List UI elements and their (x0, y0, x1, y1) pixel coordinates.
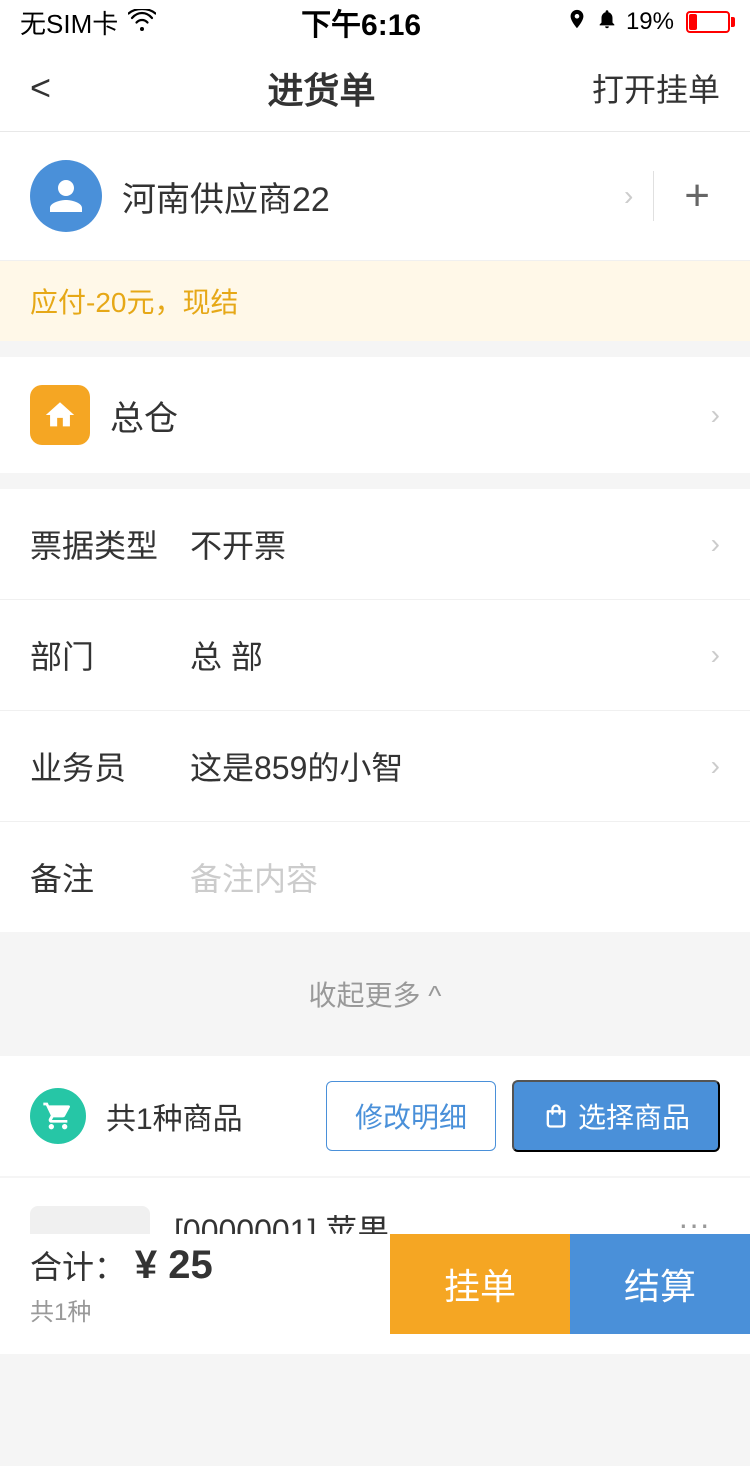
supplier-row[interactable]: 河南供应商22 › + (0, 132, 750, 261)
warehouse-section: 总仓 › (0, 357, 750, 473)
collapse-bar[interactable]: 收起更多 ^ (0, 948, 750, 1040)
carrier-text: 无SIM卡 (20, 4, 118, 41)
product-count-text: 共1种商品 (106, 1094, 326, 1138)
alarm-icon (596, 8, 618, 37)
settle-button[interactable]: 结算 (570, 1234, 750, 1334)
add-button[interactable]: + (674, 171, 720, 221)
sales-label: 业务员 (30, 743, 170, 789)
supplier-name: 河南供应商22 (122, 172, 624, 221)
page-title: 进货单 (268, 62, 376, 114)
invoice-chevron: › (711, 528, 720, 560)
notice-bar: 应付-20元，现结 (0, 261, 750, 341)
select-product-label: 选择商品 (578, 1096, 690, 1136)
supplier-divider (653, 171, 654, 221)
location-icon (566, 8, 588, 37)
remark-label: 备注 (30, 854, 170, 900)
sales-row[interactable]: 业务员 这是859的小智 › (0, 711, 750, 822)
status-right: 19% (566, 8, 730, 37)
product-header: 共1种商品 修改明细 选择商品 (0, 1056, 750, 1176)
warehouse-name: 总仓 (110, 391, 711, 440)
open-pend-button[interactable]: 打开挂单 (592, 65, 720, 111)
bottom-total: 合计： ¥ 25 共1种 (0, 1234, 390, 1334)
wifi-icon (128, 7, 156, 38)
product-count-icon (30, 1088, 86, 1144)
supplier-chevron: › (624, 180, 633, 212)
status-time: 下午6:16 (301, 0, 421, 44)
total-amount: ¥ 25 (135, 1243, 213, 1287)
supplier-avatar (30, 160, 102, 232)
dept-value: 总 部 (170, 632, 711, 678)
remark-input[interactable]: 备注内容 (170, 854, 720, 900)
back-button[interactable]: < (30, 67, 51, 109)
battery-percent: 19% (626, 8, 674, 36)
invoice-label: 票据类型 (30, 521, 170, 567)
form-section: 票据类型 不开票 › 部门 总 部 › 业务员 这是859的小智 › 备注 备注… (0, 489, 750, 932)
cart-icon (542, 1102, 570, 1130)
battery-icon (686, 11, 730, 33)
dept-row[interactable]: 部门 总 部 › (0, 600, 750, 711)
pend-button[interactable]: 挂单 (390, 1234, 570, 1334)
edit-detail-button[interactable]: 修改明细 (326, 1081, 496, 1151)
bottom-bar: 合计： ¥ 25 共1种 挂单 结算 (0, 1234, 750, 1334)
status-bar: 无SIM卡 下午6:16 19% (0, 0, 750, 44)
invoice-value: 不开票 (170, 521, 711, 567)
warehouse-icon (30, 385, 90, 445)
nav-bar: < 进货单 打开挂单 (0, 44, 750, 132)
supplier-section: 河南供应商22 › + 应付-20元，现结 (0, 132, 750, 341)
warehouse-row[interactable]: 总仓 › (0, 357, 750, 473)
total-label: 合计： (30, 1249, 126, 1285)
remark-row[interactable]: 备注 备注内容 (0, 822, 750, 932)
invoice-row[interactable]: 票据类型 不开票 › (0, 489, 750, 600)
warehouse-chevron: › (711, 399, 720, 431)
sales-chevron: › (711, 750, 720, 782)
dept-label: 部门 (30, 632, 170, 678)
status-left: 无SIM卡 (20, 4, 156, 41)
select-product-button[interactable]: 选择商品 (512, 1080, 720, 1152)
sales-value: 这是859的小智 (170, 743, 711, 789)
total-sub: 共1种 (30, 1292, 360, 1327)
dept-chevron: › (711, 639, 720, 671)
total-main: 合计： ¥ 25 (30, 1242, 360, 1288)
